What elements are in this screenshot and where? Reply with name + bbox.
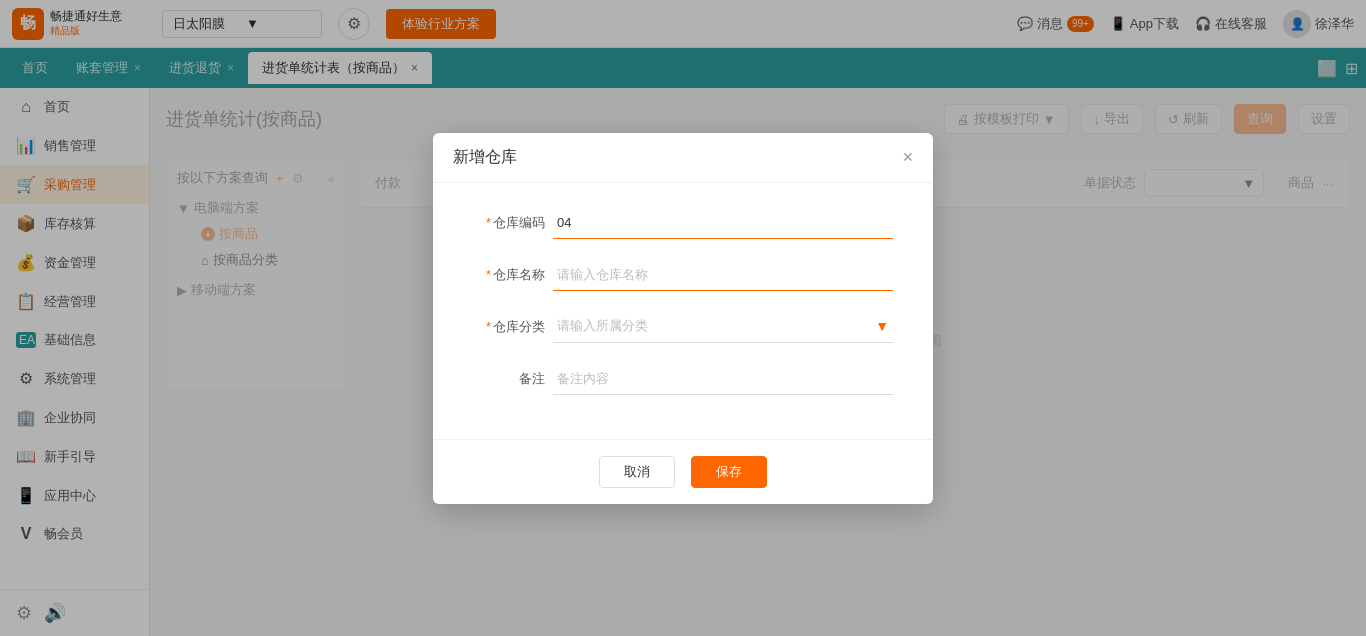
remark-input[interactable] (553, 363, 893, 395)
warehouse-code-label: 仓库编码 (473, 214, 553, 232)
modal-close-button[interactable]: × (902, 148, 913, 166)
warehouse-code-input[interactable] (553, 207, 893, 239)
remark-label: 备注 (473, 370, 553, 388)
warehouse-code-row: 仓库编码 (473, 207, 893, 239)
remark-row: 备注 (473, 363, 893, 395)
warehouse-name-row: 仓库名称 (473, 259, 893, 291)
new-warehouse-modal: 新增仓库 × 仓库编码 仓库名称 仓库分类 请输入所属分类 ▼ (433, 133, 933, 504)
warehouse-category-select[interactable]: 请输入所属分类 ▼ (553, 311, 893, 343)
category-chevron-icon: ▼ (875, 318, 889, 334)
warehouse-category-row: 仓库分类 请输入所属分类 ▼ (473, 311, 893, 343)
cancel-button[interactable]: 取消 (599, 456, 675, 488)
save-button[interactable]: 保存 (691, 456, 767, 488)
modal-header: 新增仓库 × (433, 133, 933, 183)
warehouse-category-label: 仓库分类 (473, 318, 553, 336)
warehouse-name-input[interactable] (553, 259, 893, 291)
warehouse-category-placeholder: 请输入所属分类 (557, 317, 648, 335)
modal-title: 新增仓库 (453, 147, 517, 168)
modal-overlay: 新增仓库 × 仓库编码 仓库名称 仓库分类 请输入所属分类 ▼ (0, 0, 1366, 636)
modal-body: 仓库编码 仓库名称 仓库分类 请输入所属分类 ▼ 备注 (433, 183, 933, 439)
warehouse-name-label: 仓库名称 (473, 266, 553, 284)
modal-footer: 取消 保存 (433, 439, 933, 504)
